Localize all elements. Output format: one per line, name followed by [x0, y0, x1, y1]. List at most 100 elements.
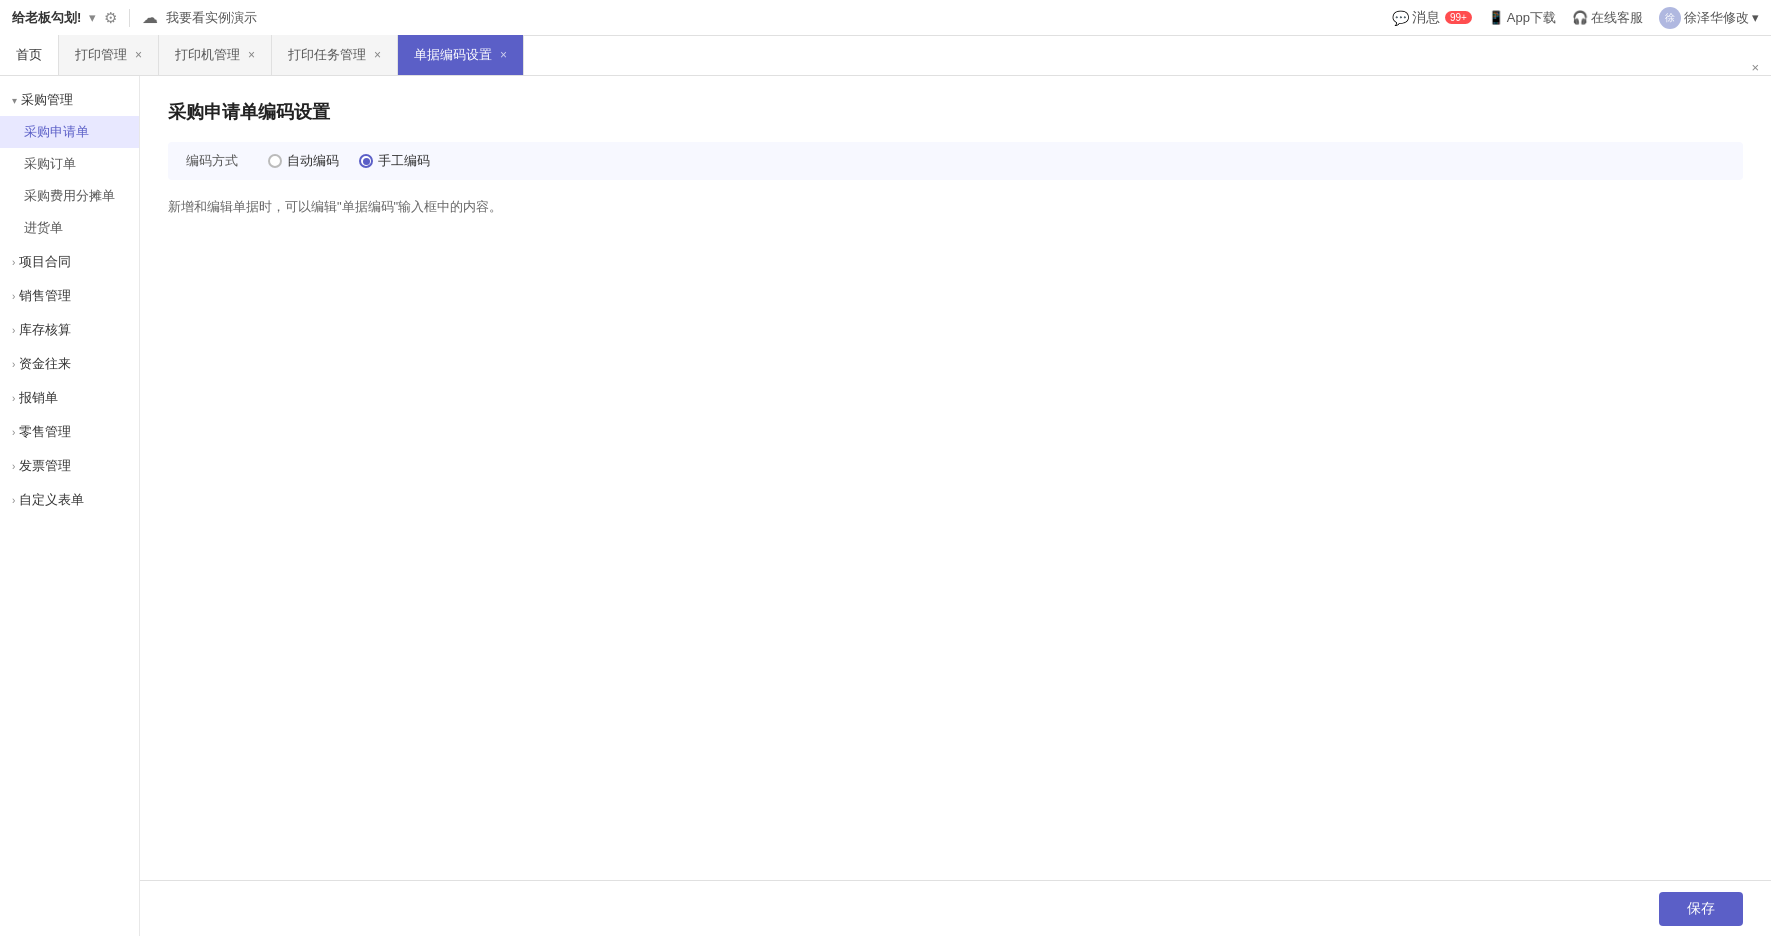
sidebar-group-header-custom-form[interactable]: › 自定义表单 [0, 484, 139, 516]
cloud-icon: ☁ [142, 8, 158, 27]
sidebar-group-header-return[interactable]: › 报销单 [0, 382, 139, 414]
user-profile[interactable]: 徐 徐泽华修改 ▾ [1659, 7, 1759, 29]
tab-printer-mgmt-close[interactable]: × [248, 48, 255, 62]
content-spacer [168, 226, 1743, 856]
main-layout: ▾ 采购管理 采购申请单 采购订单 采购费用分摊单 进货单 › 项目合同 [0, 76, 1771, 936]
app-label: App下载 [1507, 9, 1556, 27]
sidebar-group-sales: › 销售管理 [0, 280, 139, 312]
service-label: 在线客服 [1591, 9, 1643, 27]
tab-single-code-setting[interactable]: 单据编码设置 × [398, 35, 524, 75]
sidebar-group-header-project-contract[interactable]: › 项目合同 [0, 246, 139, 278]
coding-method-row: 编码方式 自动编码 手工编码 [168, 142, 1743, 180]
tab-single-code-label: 单据编码设置 [414, 46, 492, 64]
sidebar-group-retail-label: 零售管理 [19, 423, 71, 441]
auto-code-label: 自动编码 [287, 152, 339, 170]
tab-home[interactable]: 首页 [0, 35, 59, 75]
dropdown-icon[interactable]: ▾ [89, 10, 96, 25]
top-bar: 给老板勾划! ▾ ⚙ ☁ 我要看实例演示 💬 消息 99+ 📱 App下载 🎧 … [0, 0, 1771, 36]
tab-printer-mgmt-label: 打印机管理 [175, 46, 240, 64]
app-icon: 📱 [1488, 10, 1504, 25]
sidebar-group-retail: › 零售管理 [0, 416, 139, 448]
message-button[interactable]: 💬 消息 99+ [1392, 9, 1472, 27]
sidebar-group-header-capital[interactable]: › 资金往来 [0, 348, 139, 380]
close-all-icon: × [1751, 60, 1759, 75]
sidebar-item-purchase-order[interactable]: 采购订单 [0, 148, 139, 180]
purchase-arrow-icon: ▾ [12, 95, 17, 106]
avatar: 徐 [1659, 7, 1681, 29]
sidebar-group-header-retail[interactable]: › 零售管理 [0, 416, 139, 448]
sidebar-group-return: › 报销单 [0, 382, 139, 414]
sidebar: ▾ 采购管理 采购申请单 采购订单 采购费用分摊单 进货单 › 项目合同 [0, 76, 140, 936]
sidebar-group-capital-label: 资金往来 [19, 355, 71, 373]
tab-close-all[interactable]: × [1739, 60, 1771, 75]
sales-arrow-icon: › [12, 291, 15, 302]
sidebar-group-header-purchase[interactable]: ▾ 采购管理 [0, 84, 139, 116]
sidebar-group-project-contract-label: 项目合同 [19, 253, 71, 271]
sidebar-item-purchase-expense[interactable]: 采购费用分摊单 [0, 180, 139, 212]
sidebar-group-header-sales[interactable]: › 销售管理 [0, 280, 139, 312]
sidebar-group-purchase: ▾ 采购管理 采购申请单 采购订单 采购费用分摊单 进货单 [0, 84, 139, 244]
message-badge: 99+ [1445, 11, 1472, 24]
tab-home-label: 首页 [16, 46, 42, 64]
sidebar-item-purchase-expense-label: 采购费用分摊单 [24, 188, 115, 203]
return-arrow-icon: › [12, 393, 15, 404]
manual-code-label: 手工编码 [378, 152, 430, 170]
bottom-bar: 保存 [140, 880, 1771, 936]
project-contract-arrow-icon: › [12, 257, 15, 268]
sidebar-item-purchase-request-label: 采购申请单 [24, 124, 89, 139]
sidebar-group-invoice: › 发票管理 [0, 450, 139, 482]
coding-method-label: 编码方式 [186, 152, 238, 170]
user-name: 徐泽华修改 [1684, 9, 1749, 27]
divider [129, 9, 130, 27]
manual-code-radio[interactable]: 手工编码 [359, 152, 430, 170]
sidebar-group-sales-label: 销售管理 [19, 287, 71, 305]
content-area: 采购申请单编码设置 编码方式 自动编码 手工编码 新增和编辑单据时，可以编辑"单… [140, 76, 1771, 936]
sidebar-item-stock-in-label: 进货单 [24, 220, 63, 235]
tab-print-task-mgmt[interactable]: 打印任务管理 × [272, 35, 398, 75]
sidebar-item-purchase-request[interactable]: 采购申请单 [0, 116, 139, 148]
manual-code-radio-circle [359, 154, 373, 168]
tab-print-mgmt[interactable]: 打印管理 × [59, 35, 159, 75]
sidebar-group-header-invoice[interactable]: › 发票管理 [0, 450, 139, 482]
sidebar-group-project-contract: › 项目合同 [0, 246, 139, 278]
tab-bar: 首页 打印管理 × 打印机管理 × 打印任务管理 × 单据编码设置 × × [0, 36, 1771, 76]
sidebar-group-inventory: › 库存核算 [0, 314, 139, 346]
page-title: 采购申请单编码设置 [168, 100, 1743, 124]
tab-print-mgmt-close[interactable]: × [135, 48, 142, 62]
tab-print-task-mgmt-close[interactable]: × [374, 48, 381, 62]
inventory-arrow-icon: › [12, 325, 15, 336]
user-dropdown-icon: ▾ [1752, 10, 1759, 25]
sidebar-item-stock-in[interactable]: 进货单 [0, 212, 139, 244]
tab-print-mgmt-label: 打印管理 [75, 46, 127, 64]
service-icon: 🎧 [1572, 10, 1588, 25]
sidebar-item-purchase-order-label: 采购订单 [24, 156, 76, 171]
custom-form-arrow-icon: › [12, 495, 15, 506]
message-label: 消息 [1412, 9, 1440, 27]
content-panel: 采购申请单编码设置 编码方式 自动编码 手工编码 新增和编辑单据时，可以编辑"单… [140, 76, 1771, 880]
online-service-button[interactable]: 🎧 在线客服 [1572, 9, 1643, 27]
tab-print-task-mgmt-label: 打印任务管理 [288, 46, 366, 64]
retail-arrow-icon: › [12, 427, 15, 438]
save-button[interactable]: 保存 [1659, 892, 1743, 926]
sidebar-group-capital: › 资金往来 [0, 348, 139, 380]
tab-printer-mgmt[interactable]: 打印机管理 × [159, 35, 272, 75]
sidebar-group-return-label: 报销单 [19, 389, 58, 407]
sidebar-group-custom-form: › 自定义表单 [0, 484, 139, 516]
app-title: 给老板勾划! [12, 9, 81, 27]
info-text: 新增和编辑单据时，可以编辑"单据编码"输入框中的内容。 [168, 198, 1743, 216]
auto-code-radio-circle [268, 154, 282, 168]
message-icon: 💬 [1392, 10, 1409, 26]
sidebar-group-purchase-label: 采购管理 [21, 91, 73, 109]
capital-arrow-icon: › [12, 359, 15, 370]
tab-single-code-close[interactable]: × [500, 48, 507, 62]
sidebar-group-inventory-label: 库存核算 [19, 321, 71, 339]
sidebar-group-header-inventory[interactable]: › 库存核算 [0, 314, 139, 346]
sidebar-group-custom-form-label: 自定义表单 [19, 491, 84, 509]
auto-code-radio[interactable]: 自动编码 [268, 152, 339, 170]
invoice-arrow-icon: › [12, 461, 15, 472]
settings-icon[interactable]: ⚙ [104, 9, 117, 27]
prompt-text[interactable]: 我要看实例演示 [166, 9, 257, 27]
top-bar-right: 💬 消息 99+ 📱 App下载 🎧 在线客服 徐 徐泽华修改 ▾ [1392, 7, 1759, 29]
top-bar-left: 给老板勾划! ▾ ⚙ ☁ 我要看实例演示 [12, 8, 257, 27]
app-download-button[interactable]: 📱 App下载 [1488, 9, 1556, 27]
